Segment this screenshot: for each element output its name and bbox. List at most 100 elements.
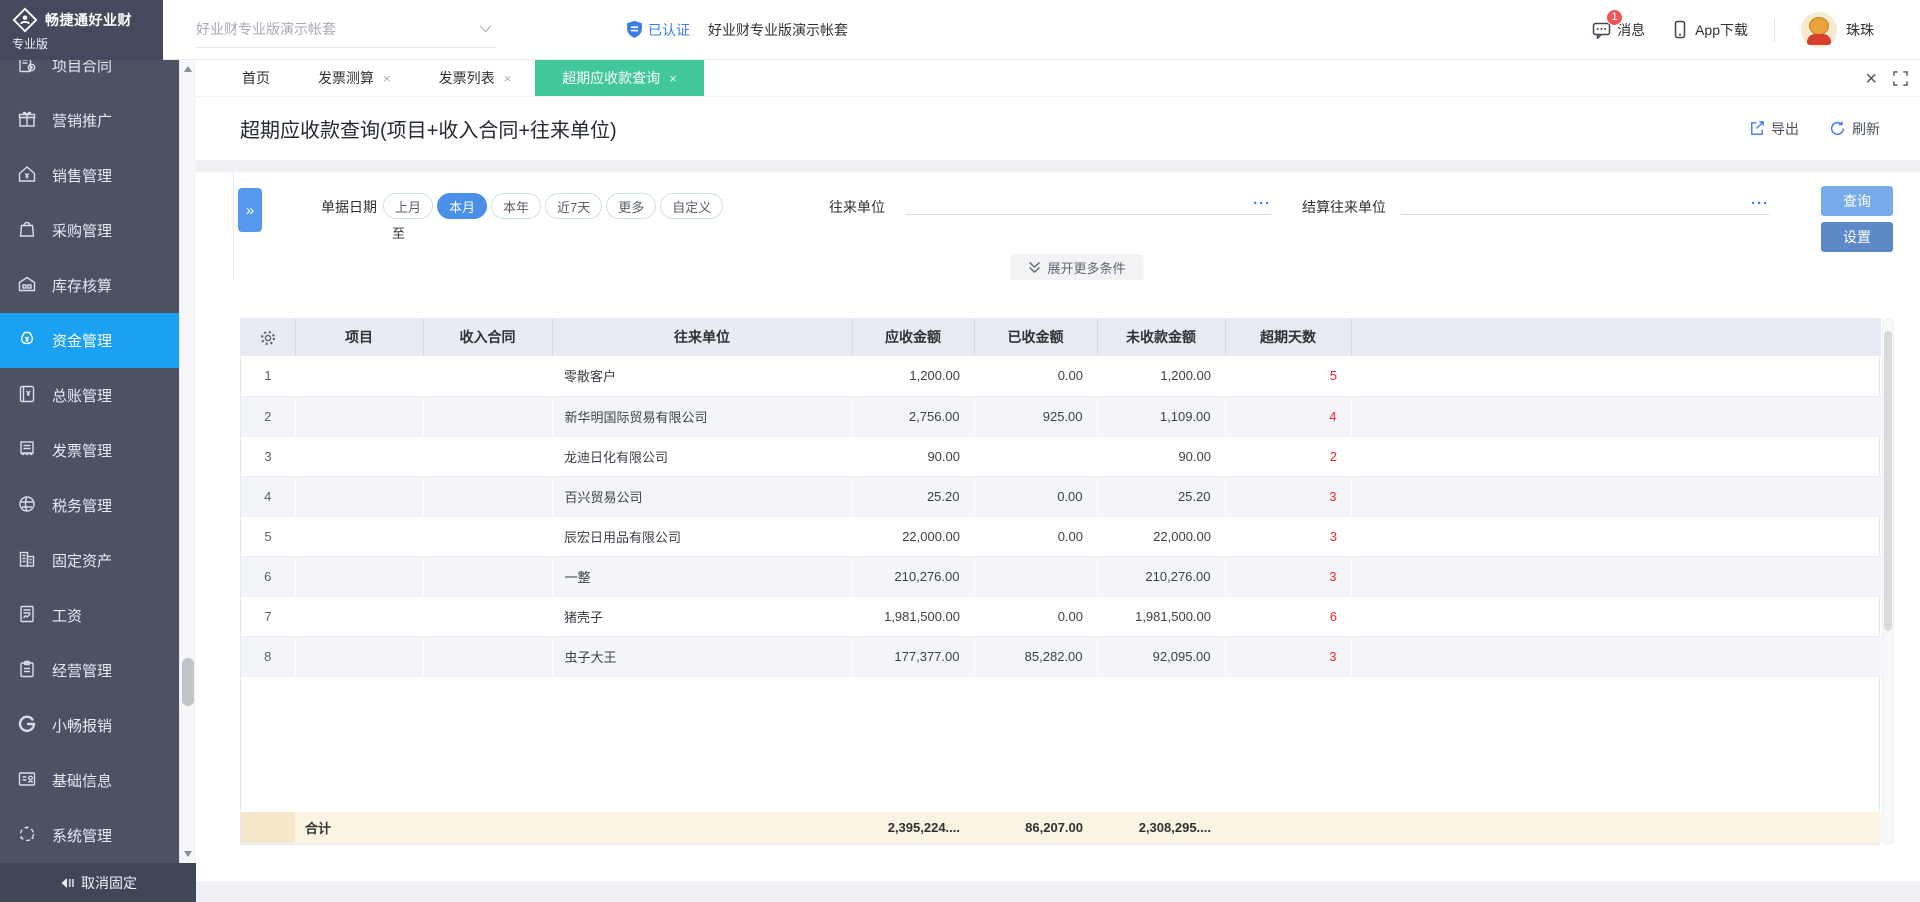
cell-receivable: 22,000.00 bbox=[852, 516, 974, 557]
cell-contract bbox=[423, 396, 553, 437]
sidebar-item-inventory[interactable]: 库存核算 bbox=[0, 258, 179, 313]
cell-overdue-days: 3 bbox=[1225, 516, 1351, 557]
date-option-last-month[interactable]: 上月 bbox=[383, 193, 434, 219]
tab-overdue-receivables[interactable]: 超期应收款查询 × bbox=[535, 60, 704, 96]
top-bar: 好业财专业版演示帐套 已认证 好业财专业版演示帐套 1 消息 App下载 珠珠 bbox=[163, 0, 1920, 60]
table-row[interactable]: 2 新华明国际贸易有限公司 2,756.00 925.00 1,109.00 4 bbox=[241, 396, 1881, 437]
column-settings-header[interactable] bbox=[241, 318, 296, 356]
scroll-down-arrow-icon[interactable] bbox=[184, 851, 192, 857]
cell-contract bbox=[423, 476, 553, 517]
system-icon bbox=[17, 824, 37, 848]
expand-more-conditions[interactable]: 展开更多条件 bbox=[1010, 254, 1144, 280]
sidebar-item-tax[interactable]: 税务管理 bbox=[0, 478, 179, 533]
column-header-filler bbox=[1351, 318, 1881, 356]
brand-name: 畅捷通好业财 bbox=[45, 12, 132, 28]
sidebar-unpin-button[interactable]: 取消固定 bbox=[0, 863, 196, 902]
user-menu[interactable]: 珠珠 bbox=[1801, 11, 1874, 48]
data-grid: 项目 收入合同 往来单位 应收金额 已收金额 未收款金额 超期天数 1 零散客户… bbox=[240, 318, 1894, 845]
section-divider bbox=[196, 160, 1920, 172]
app-download-button[interactable]: App下载 bbox=[1671, 20, 1748, 40]
table-row[interactable]: 6 一整 210,276.00 210,276.00 3 bbox=[241, 556, 1881, 597]
cell-unreceived: 1,981,500.00 bbox=[1097, 596, 1225, 637]
tab-close-icon[interactable]: × bbox=[669, 71, 677, 86]
row-index: 6 bbox=[241, 556, 296, 597]
row-index: 7 bbox=[241, 596, 295, 637]
cell-overdue-days: 6 bbox=[1225, 596, 1351, 637]
cell-received bbox=[974, 436, 1097, 477]
date-option-this-year[interactable]: 本年 bbox=[491, 193, 542, 219]
cell-overdue-days: 3 bbox=[1225, 476, 1352, 517]
partner-filter-label: 往来单位 bbox=[829, 199, 885, 215]
app-root: 畅捷通好业财 专业版 好业财专业版演示帐套 已认证 好业财专业版演示帐套 1 消 bbox=[0, 0, 1920, 902]
date-option-more[interactable]: 更多 bbox=[606, 193, 657, 219]
partner-input[interactable]: ··· bbox=[906, 187, 1271, 215]
tab-home[interactable]: 首页 × bbox=[218, 60, 294, 96]
table-row[interactable]: 7 猪壳子 1,981,500.00 0.00 1,981,500.00 6 bbox=[241, 596, 1881, 637]
verified-badge[interactable]: 已认证 好业财专业版演示帐套 bbox=[626, 20, 848, 40]
table-row[interactable]: 4 百兴贸易公司 25.20 0.00 25.20 3 bbox=[241, 476, 1881, 517]
gear-icon[interactable] bbox=[260, 330, 276, 346]
cell-partner: 零散客户 bbox=[552, 356, 852, 397]
sidebar-item-purchase[interactable]: 采购管理 bbox=[0, 203, 179, 258]
tab-close-icon[interactable]: × bbox=[383, 71, 391, 86]
shop-icon bbox=[17, 164, 37, 188]
scroll-up-arrow-icon[interactable] bbox=[184, 66, 192, 72]
refresh-button[interactable]: 刷新 bbox=[1829, 119, 1880, 139]
sidebar-scrollbar-thumb[interactable] bbox=[182, 658, 194, 706]
tab-invoice-calc[interactable]: 发票测算 × bbox=[294, 60, 415, 96]
sidebar-item-marketing[interactable]: 营销推广 bbox=[0, 93, 179, 148]
tab-bar: 首页 × 发票测算 × 发票列表 × 超期应收款查询 × × bbox=[196, 60, 1920, 97]
settle-partner-picker-ellipsis-icon[interactable]: ··· bbox=[1751, 196, 1769, 211]
cell-contract bbox=[423, 356, 552, 397]
tax-seal-icon bbox=[17, 494, 37, 518]
date-option-this-month[interactable]: 本月 bbox=[437, 193, 488, 219]
account-select[interactable]: 好业财专业版演示帐套 bbox=[196, 12, 496, 48]
cell-receivable: 210,276.00 bbox=[852, 556, 975, 597]
sidebar-item-project-contract[interactable]: 项目合同 bbox=[0, 60, 179, 93]
table-row[interactable]: 5 辰宏日用品有限公司 22,000.00 0.00 22,000.00 3 bbox=[241, 516, 1881, 557]
column-header-received: 已收金额 bbox=[974, 318, 1098, 356]
cell-contract bbox=[423, 596, 552, 637]
date-option-custom[interactable]: 自定义 bbox=[660, 193, 724, 219]
table-scrollbar-thumb[interactable] bbox=[1884, 331, 1892, 631]
total-unreceived: 2,308,295.... bbox=[1097, 811, 1225, 844]
settle-partner-input[interactable]: ··· bbox=[1401, 187, 1769, 215]
tab-invoice-list[interactable]: 发票列表 × bbox=[415, 60, 536, 96]
cell-overdue-days: 4 bbox=[1225, 396, 1352, 437]
sidebar-item-sales[interactable]: 销售管理 bbox=[0, 148, 179, 203]
settings-button[interactable]: 设置 bbox=[1821, 222, 1893, 252]
sidebar-scrollbar[interactable] bbox=[179, 60, 196, 863]
table-vertical-scrollbar[interactable] bbox=[1882, 318, 1894, 845]
cell-filler bbox=[1351, 596, 1881, 637]
cell-received: 0.00 bbox=[974, 476, 1098, 517]
sidebar-item-basic-info[interactable]: 基础信息 bbox=[0, 753, 179, 808]
cell-partner: 龙迪日化有限公司 bbox=[552, 436, 852, 477]
sidebar-item-invoice[interactable]: 发票管理 bbox=[0, 423, 179, 478]
fullscreen-icon[interactable] bbox=[1893, 71, 1908, 86]
cell-received: 0.00 bbox=[974, 596, 1097, 637]
sidebar-item-general-ledger[interactable]: 总账管理 bbox=[0, 368, 179, 423]
messages-button[interactable]: 1 消息 bbox=[1592, 8, 1645, 40]
cell-filler bbox=[1351, 356, 1881, 397]
table-row[interactable]: 1 零散客户 1,200.00 0.00 1,200.00 5 bbox=[241, 356, 1881, 397]
partner-picker-ellipsis-icon[interactable]: ··· bbox=[1253, 196, 1271, 211]
column-header-partner: 往来单位 bbox=[552, 318, 853, 356]
sidebar-item-system[interactable]: 系统管理 bbox=[0, 808, 179, 863]
row-index: 3 bbox=[241, 436, 295, 477]
filter-collapse-button[interactable]: » bbox=[238, 188, 262, 232]
export-button[interactable]: 导出 bbox=[1748, 119, 1799, 139]
sidebar-item-xiaochang-expense[interactable]: 小畅报销 bbox=[0, 698, 179, 753]
date-option-last-7-days[interactable]: 近7天 bbox=[545, 193, 603, 219]
tab-close-icon[interactable]: × bbox=[504, 71, 512, 86]
sidebar-item-payroll[interactable]: 工资 bbox=[0, 588, 179, 643]
table-row[interactable]: 3 龙迪日化有限公司 90.00 90.00 2 bbox=[241, 436, 1881, 477]
column-header-project: 项目 bbox=[295, 318, 424, 356]
cell-unreceived: 210,276.00 bbox=[1097, 556, 1226, 597]
sidebar-item-operations[interactable]: 经营管理 bbox=[0, 643, 179, 698]
sidebar-item-fixed-assets[interactable]: 固定资产 bbox=[0, 533, 179, 588]
sidebar-item-funds[interactable]: 资金管理 bbox=[0, 313, 179, 368]
cell-overdue-days: 3 bbox=[1225, 556, 1352, 597]
query-button[interactable]: 查询 bbox=[1821, 186, 1893, 216]
table-row[interactable]: 8 虫子大王 177,377.00 85,282.00 92,095.00 3 bbox=[241, 636, 1881, 677]
close-icon[interactable]: × bbox=[1865, 69, 1877, 89]
